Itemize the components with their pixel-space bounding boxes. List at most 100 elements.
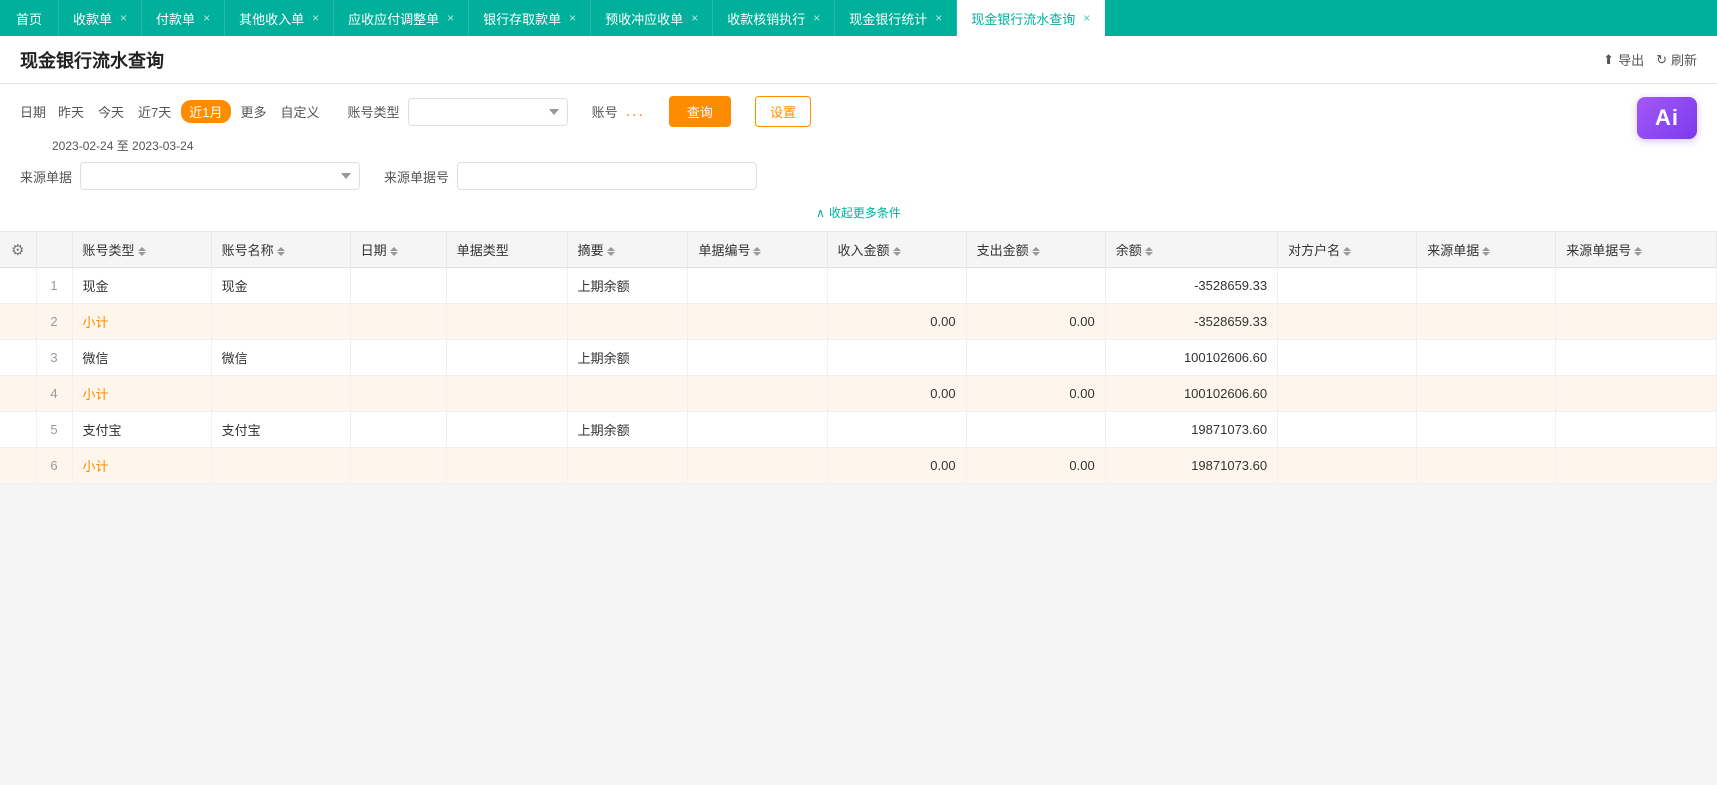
filter-row-2: 来源单据 来源单据号 (20, 162, 1697, 190)
refresh-button[interactable]: ↻ 刷新 (1656, 50, 1697, 69)
nav-item-receipt-exec[interactable]: 收款核销执行 × (713, 0, 835, 36)
col-counterparty[interactable]: 对方户名 (1278, 232, 1417, 268)
row-account-name: 支付宝 (211, 412, 350, 448)
col-source-doc-no[interactable]: 来源单据号 (1556, 232, 1717, 268)
nav-close-icon[interactable]: × (447, 11, 454, 25)
row-gear (0, 412, 36, 448)
date-more[interactable]: 更多 (237, 100, 271, 123)
table-settings-gear[interactable]: ⚙ (11, 242, 24, 259)
source-doc-label: 来源单据 (20, 167, 72, 186)
collapse-bar[interactable]: ∧ 收起更多条件 (20, 200, 1697, 223)
nav-item-label: 现金银行统计 (849, 9, 927, 28)
export-button[interactable]: ⬆ 导出 (1603, 50, 1644, 69)
settings-button[interactable]: 设置 (755, 96, 811, 127)
nav-close-icon[interactable]: × (312, 11, 319, 25)
date-yesterday[interactable]: 昨天 (54, 100, 88, 123)
row-date (350, 268, 446, 304)
table-row[interactable]: 2 小计 0.00 0.00 -3528659.33 (0, 304, 1717, 340)
col-summary[interactable]: 摘要 (567, 232, 688, 268)
nav-close-icon[interactable]: × (1083, 11, 1090, 25)
nav-item-label: 其他收入单 (239, 9, 304, 28)
source-doc-no-input[interactable] (457, 162, 757, 190)
row-number: 4 (36, 376, 72, 412)
row-balance: 100102606.60 (1105, 376, 1277, 412)
col-account-name[interactable]: 账号名称 (211, 232, 350, 268)
table-row[interactable]: 6 小计 0.00 0.00 19871073.60 (0, 448, 1717, 484)
account-dots[interactable]: ... (626, 103, 645, 121)
row-balance: 100102606.60 (1105, 340, 1277, 376)
source-doc-no-filter-group: 来源单据号 (384, 162, 757, 190)
source-doc-no-label: 来源单据号 (384, 167, 449, 186)
date-range-display: 2023-02-24 至 2023-03-24 (52, 139, 193, 153)
source-doc-select[interactable] (80, 162, 360, 190)
date-1month[interactable]: 近1月 (181, 100, 230, 123)
row-counterparty (1278, 376, 1417, 412)
col-doc-no[interactable]: 单据编号 (688, 232, 827, 268)
nav-close-icon[interactable]: × (813, 11, 820, 25)
row-expense (966, 412, 1105, 448)
row-gear (0, 304, 36, 340)
table-header-row: ⚙ 账号类型 账号名称 日期 单据类型 摘要 单据编号 (0, 232, 1717, 268)
row-source-doc-no (1556, 376, 1717, 412)
nav-close-icon[interactable]: × (691, 11, 698, 25)
nav-item-cash-flow[interactable]: 现金银行流水查询 × (957, 0, 1105, 36)
table-row[interactable]: 1 现金 现金 上期余额 -3528659.33 (0, 268, 1717, 304)
nav-item-payment[interactable]: 付款单 × (142, 0, 225, 36)
row-summary: 上期余额 (567, 268, 688, 304)
collapse-icon: ∧ (816, 206, 825, 220)
row-income: 0.00 (827, 448, 966, 484)
row-expense (966, 340, 1105, 376)
row-source-doc (1417, 268, 1556, 304)
row-source-doc-no (1556, 412, 1717, 448)
query-button[interactable]: 查询 (669, 96, 731, 127)
date-custom[interactable]: 自定义 (277, 100, 324, 123)
row-doc-type (446, 340, 567, 376)
row-doc-no (688, 268, 827, 304)
row-balance: 19871073.60 (1105, 412, 1277, 448)
nav-item-advance-receipt[interactable]: 预收冲应收单 × (591, 0, 713, 36)
table-row[interactable]: 5 支付宝 支付宝 上期余额 19871073.60 (0, 412, 1717, 448)
nav-item-receipt[interactable]: 收款单 × (59, 0, 142, 36)
row-date (350, 340, 446, 376)
row-date (350, 412, 446, 448)
row-account-type: 微信 (72, 340, 211, 376)
col-income[interactable]: 收入金额 (827, 232, 966, 268)
col-source-doc[interactable]: 来源单据 (1417, 232, 1556, 268)
row-gear (0, 376, 36, 412)
nav-close-icon[interactable]: × (569, 11, 576, 25)
row-account-name (211, 376, 350, 412)
account-type-select[interactable]: 现金 微信 支付宝 (408, 98, 568, 126)
row-source-doc (1417, 412, 1556, 448)
nav-close-icon[interactable]: × (203, 11, 210, 25)
row-income: 0.00 (827, 376, 966, 412)
nav-item-other-income[interactable]: 其他收入单 × (225, 0, 334, 36)
col-date[interactable]: 日期 (350, 232, 446, 268)
col-expense[interactable]: 支出金额 (966, 232, 1105, 268)
nav-close-icon[interactable]: × (935, 11, 942, 25)
row-source-doc-no (1556, 304, 1717, 340)
date-7days[interactable]: 近7天 (134, 100, 175, 123)
col-account-type[interactable]: 账号类型 (72, 232, 211, 268)
nav-close-icon[interactable]: × (120, 11, 127, 25)
nav-item-label: 银行存取款单 (483, 9, 561, 28)
row-number: 6 (36, 448, 72, 484)
gear-col-header: ⚙ (0, 232, 36, 268)
nav-item-cash-stats[interactable]: 现金银行统计 × (835, 0, 957, 36)
row-summary: 上期余额 (567, 412, 688, 448)
row-summary (567, 376, 688, 412)
nav-item-bank-deposit[interactable]: 银行存取款单 × (469, 0, 591, 36)
col-doc-type[interactable]: 单据类型 (446, 232, 567, 268)
nav-item-home[interactable]: 首页 (0, 0, 59, 36)
col-balance[interactable]: 余额 (1105, 232, 1277, 268)
row-doc-no (688, 412, 827, 448)
table-row[interactable]: 3 微信 微信 上期余额 100102606.60 (0, 340, 1717, 376)
row-date (350, 448, 446, 484)
ai-badge[interactable]: Ai (1637, 97, 1697, 139)
nav-item-ar-ap-adjust[interactable]: 应收应付调整单 × (334, 0, 469, 36)
table-row[interactable]: 4 小计 0.00 0.00 100102606.60 (0, 376, 1717, 412)
row-doc-no (688, 376, 827, 412)
filter-row-1: 日期 昨天 今天 近7天 近1月 更多 自定义 账号类型 现金 微信 支付宝 账… (20, 96, 1697, 127)
date-today[interactable]: 今天 (94, 100, 128, 123)
refresh-icon: ↻ (1656, 52, 1667, 68)
date-shortcuts: 昨天 今天 近7天 近1月 更多 自定义 (54, 100, 324, 123)
